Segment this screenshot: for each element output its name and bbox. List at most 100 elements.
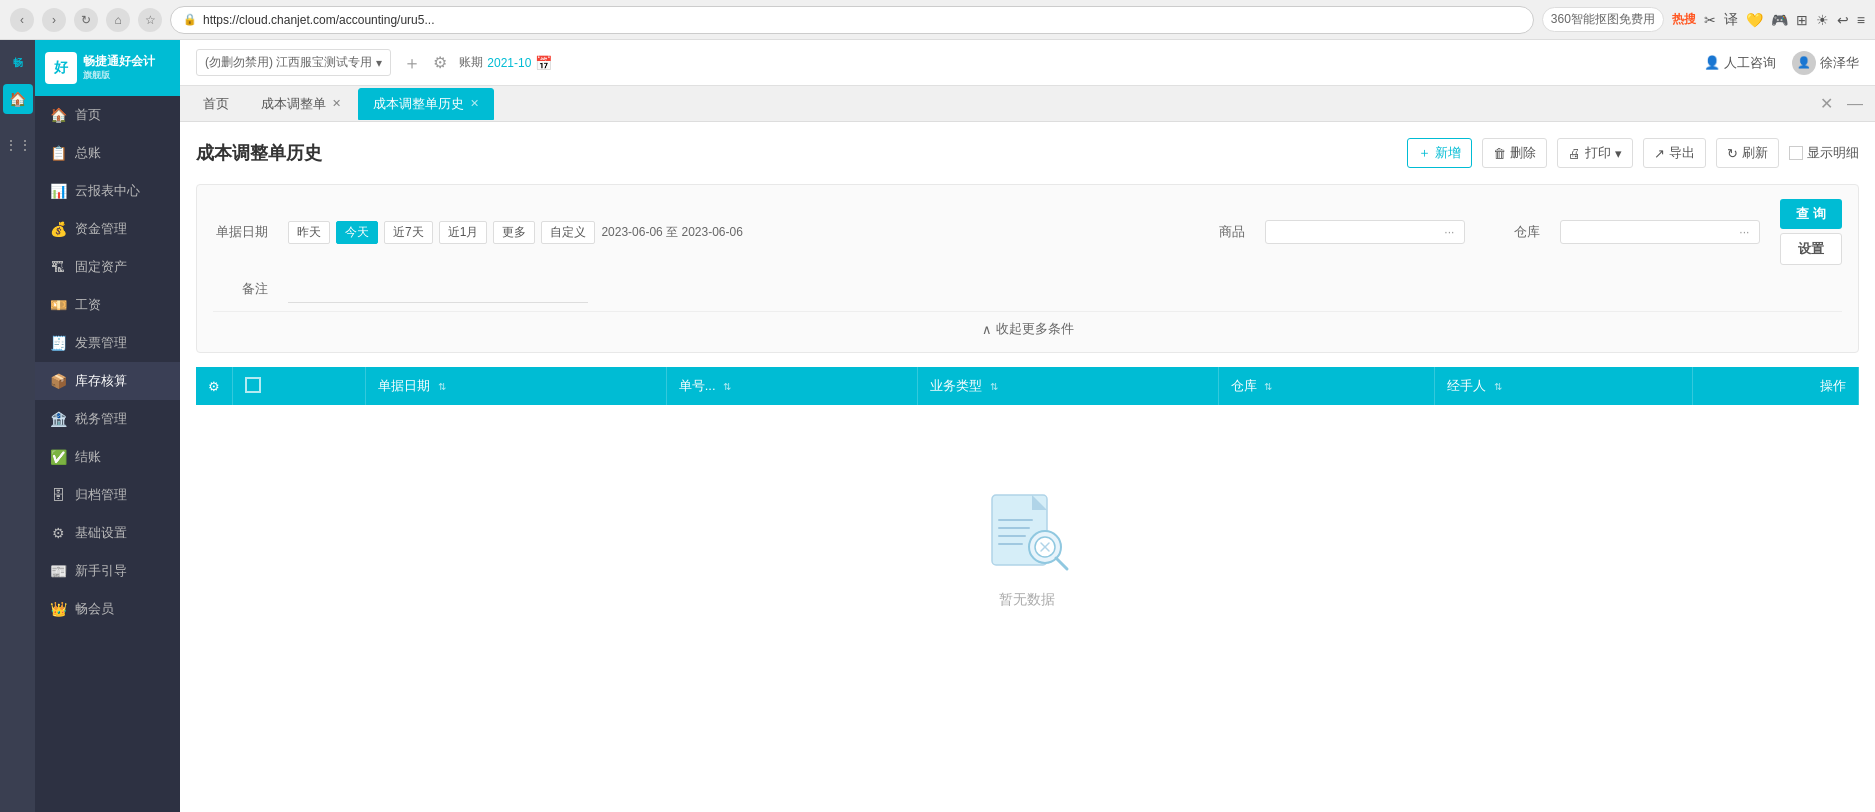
print-button[interactable]: 🖨 打印 ▾ (1557, 138, 1633, 168)
sidebar-item-ledger[interactable]: 📋 总账 (35, 134, 180, 172)
top-bar-left: (勿删勿禁用) 江西服宝测试专用 ▾ ＋ ⚙ 账期 2021-10 📅 (196, 49, 552, 76)
refresh-button[interactable]: ↻ (74, 8, 98, 32)
sidebar-item-payroll[interactable]: 💴 工资 (35, 286, 180, 324)
archive-icon: 🗄 (49, 487, 67, 503)
period-label: 账期 (459, 54, 483, 71)
settings-btn[interactable]: 设置 (1780, 233, 1842, 265)
table-header-biz-type[interactable]: 业务类型 ⇅ (918, 367, 1219, 405)
sidebar-item-invoice[interactable]: 🧾 发票管理 (35, 324, 180, 362)
sidebar-label-invoice: 发票管理 (75, 334, 127, 352)
icon-bar-apps[interactable]: ⋮⋮ (3, 130, 33, 160)
settings-icon: ⚙ (49, 525, 67, 541)
date-filter-row: 单据日期 昨天 今天 近7天 近1月 更多 自定义 2023-06-06 至 2… (213, 199, 1842, 265)
sidebar-item-inventory[interactable]: 📦 库存核算 (35, 362, 180, 400)
menu-icon[interactable]: ≡ (1857, 12, 1865, 28)
sidebar: 好 畅捷通好会计 旗舰版 🏠 首页 📋 总账 📊 云报表中心 💰 资金管理 (35, 40, 180, 812)
tab-cost-adjust[interactable]: 成本调整单 ✕ (246, 88, 356, 120)
browser-bar: ‹ › ↻ ⌂ ☆ 🔒 https://cloud.chanjet.com/ac… (0, 0, 1875, 40)
collapse-up-icon: ∧ (982, 322, 992, 337)
forward-button[interactable]: › (42, 8, 66, 32)
sidebar-item-guide[interactable]: 📰 新手引导 (35, 552, 180, 590)
user-service-btn[interactable]: 👤 人工咨询 (1704, 54, 1776, 72)
sidebar-item-fixed-assets[interactable]: 🏗 固定资产 (35, 248, 180, 286)
star-button[interactable]: ☆ (138, 8, 162, 32)
close-window-btn[interactable]: ✕ (1812, 90, 1841, 117)
settings-gear-icon[interactable]: ⚙ (433, 53, 447, 72)
refresh-icon: ↻ (1727, 146, 1738, 161)
table-header-warehouse[interactable]: 仓库 ⇅ (1218, 367, 1434, 405)
sidebar-item-home[interactable]: 🏠 首页 (35, 96, 180, 134)
warehouse-filter-dropdown[interactable]: ··· (1560, 220, 1760, 244)
tab-cost-adjust-history-close[interactable]: ✕ (470, 97, 479, 110)
sidebar-item-close[interactable]: ✅ 结账 (35, 438, 180, 476)
sidebar-item-funds[interactable]: 💰 资金管理 (35, 210, 180, 248)
table-select-all-checkbox[interactable] (245, 377, 261, 393)
icon-bar-home[interactable]: 🏠 (3, 84, 33, 114)
home-button[interactable]: ⌂ (106, 8, 130, 32)
translate-icon[interactable]: 译 (1724, 11, 1738, 29)
game-icon[interactable]: 🎮 (1771, 12, 1788, 28)
biz-type-sort-icon: ⇅ (990, 381, 998, 392)
date-filter: 昨天 今天 近7天 近1月 更多 自定义 2023-06-06 至 2023-0… (288, 221, 743, 244)
add-button[interactable]: ＋ 新增 (1407, 138, 1472, 168)
tab-cost-adjust-history-label: 成本调整单历史 (373, 95, 464, 113)
sidebar-item-settings[interactable]: ⚙ 基础设置 (35, 514, 180, 552)
sidebar-item-reports[interactable]: 📊 云报表中心 (35, 172, 180, 210)
table-header-number[interactable]: 单号... ⇅ (666, 367, 917, 405)
search-tool[interactable]: 360智能抠图免费用 (1542, 7, 1664, 32)
export-button[interactable]: ↗ 导出 (1643, 138, 1706, 168)
date-btn-1month[interactable]: 近1月 (439, 221, 488, 244)
page-header: 成本调整单历史 ＋ 新增 🗑 删除 🖨 打印 ▾ (196, 138, 1859, 168)
sidebar-label-close: 结账 (75, 448, 101, 466)
user-profile-btn[interactable]: 👤 徐泽华 (1792, 51, 1859, 75)
page-actions: ＋ 新增 🗑 删除 🖨 打印 ▾ ↗ 导出 (1407, 138, 1859, 168)
sidebar-item-member[interactable]: 👑 畅会员 (35, 590, 180, 628)
delete-button[interactable]: 🗑 删除 (1482, 138, 1547, 168)
user-avatar-icon: 👤 (1792, 51, 1816, 75)
brightness-icon[interactable]: ☀ (1816, 12, 1829, 28)
table-header-settings[interactable]: ⚙ (196, 367, 233, 405)
sidebar-label-fixed-assets: 固定资产 (75, 258, 127, 276)
sidebar-label-home: 首页 (75, 106, 101, 124)
goods-filter-dropdown[interactable]: ··· (1265, 220, 1465, 244)
query-btn-group: 查 询 设置 (1780, 199, 1842, 265)
table-header-checkbox (233, 367, 366, 405)
sidebar-item-tax[interactable]: 🏦 税务管理 (35, 400, 180, 438)
refresh-button[interactable]: ↻ 刷新 (1716, 138, 1779, 168)
back-button[interactable]: ‹ (10, 8, 34, 32)
date-btn-today[interactable]: 今天 (336, 221, 378, 244)
date-btn-custom[interactable]: 自定义 (541, 221, 595, 244)
export-label: 导出 (1669, 144, 1695, 162)
url-bar[interactable]: 🔒 https://cloud.chanjet.com/accounting/u… (170, 6, 1534, 34)
table-header-operator[interactable]: 经手人 ⇅ (1435, 367, 1693, 405)
page-title: 成本调整单历史 (196, 141, 322, 165)
tab-home[interactable]: 首页 (188, 88, 244, 120)
note-filter-input[interactable] (288, 275, 588, 303)
sidebar-label-funds: 资金管理 (75, 220, 127, 238)
grid-icon[interactable]: ⊞ (1796, 12, 1808, 28)
table-settings-icon[interactable]: ⚙ (208, 379, 220, 394)
undo-icon[interactable]: ↩ (1837, 12, 1849, 28)
date-filter-label: 单据日期 (213, 223, 268, 241)
minimize-btn[interactable]: — (1843, 91, 1867, 117)
query-button[interactable]: 查 询 (1780, 199, 1842, 229)
tab-cost-adjust-close[interactable]: ✕ (332, 97, 341, 110)
display-toggle-checkbox[interactable] (1789, 146, 1803, 160)
collapse-btn[interactable]: ∧ 收起更多条件 (213, 311, 1842, 338)
company-selector[interactable]: (勿删勿禁用) 江西服宝测试专用 ▾ (196, 49, 391, 76)
sidebar-label-member: 畅会员 (75, 600, 114, 618)
date-btn-7days[interactable]: 近7天 (384, 221, 433, 244)
date-btn-yesterday[interactable]: 昨天 (288, 221, 330, 244)
warehouse-sort-icon: ⇅ (1264, 381, 1272, 392)
date-btn-more[interactable]: 更多 (493, 221, 535, 244)
table-header-date[interactable]: 单据日期 ⇅ (366, 367, 667, 405)
add-company-btn[interactable]: ＋ (403, 51, 421, 75)
sidebar-item-archive[interactable]: 🗄 归档管理 (35, 476, 180, 514)
home-icon: 🏠 (49, 107, 67, 123)
scissor-icon: ✂ (1704, 12, 1716, 28)
tab-cost-adjust-history[interactable]: 成本调整单历史 ✕ (358, 88, 494, 120)
calendar-icon[interactable]: 📅 (535, 55, 552, 71)
date-range-start: 2023-06-06 (601, 225, 662, 239)
wallet-icon[interactable]: 💛 (1746, 12, 1763, 28)
display-toggle-label: 显示明细 (1807, 144, 1859, 162)
